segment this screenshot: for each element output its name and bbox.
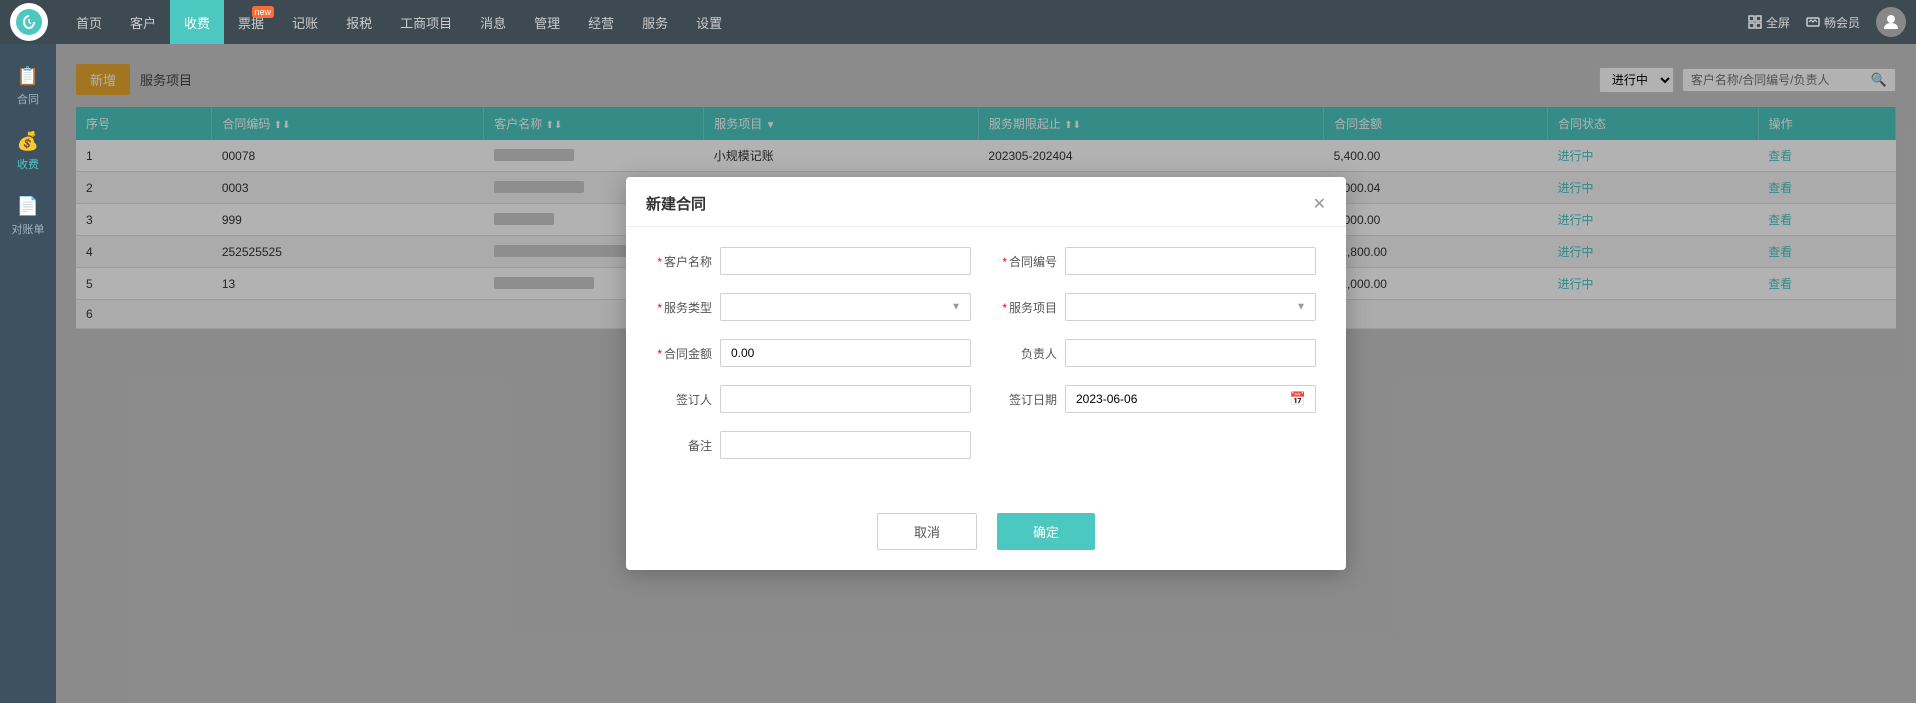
field-contract-no: 合同编号 <box>1001 247 1316 275</box>
nav-item-settings[interactable]: 设置 <box>682 0 736 44</box>
field-service-type: 服务类型 ▼ <box>656 293 971 321</box>
confirm-button[interactable]: 确定 <box>997 513 1095 550</box>
modal-body: 客户名称 合同编号 服务类型 <box>626 227 1346 497</box>
vip-button[interactable]: 畅会员 <box>1806 14 1860 31</box>
label-responsible: 负责人 <box>1001 345 1057 362</box>
new-contract-modal: 新建合同 ✕ 客户名称 合同编号 <box>626 177 1346 570</box>
nav-item-billing[interactable]: 收费 <box>170 0 224 44</box>
input-amount[interactable] <box>720 339 971 367</box>
sidebar-item-statement[interactable]: 📄 对账单 <box>0 184 56 249</box>
fullscreen-icon <box>1748 15 1762 29</box>
label-sign-date: 签订日期 <box>1001 391 1057 408</box>
nav-item-messages[interactable]: 消息 <box>466 0 520 44</box>
label-notes: 备注 <box>656 437 712 454</box>
field-amount: 合同金额 <box>656 339 971 367</box>
vip-icon <box>1806 15 1820 29</box>
main-layout: 📋 合同 💰 收费 📄 对账单 新增 服务项目 进行中 已结束 全部 <box>0 44 1916 703</box>
form-row-4: 签订人 签订日期 📅 <box>656 385 1316 413</box>
sidebar-item-billing[interactable]: 💰 收费 <box>0 119 56 184</box>
logo-inner <box>16 9 42 35</box>
form-row-1: 客户名称 合同编号 <box>656 247 1316 275</box>
input-signer[interactable] <box>720 385 971 413</box>
input-responsible[interactable] <box>1065 339 1316 367</box>
modal-header: 新建合同 ✕ <box>626 177 1346 227</box>
form-row-2: 服务类型 ▼ 服务项目 <box>656 293 1316 321</box>
modal-overlay: 新建合同 ✕ 客户名称 合同编号 <box>56 44 1916 703</box>
input-contract-no[interactable] <box>1065 247 1316 275</box>
label-contract-no: 合同编号 <box>1001 253 1057 270</box>
sidebar-item-contract[interactable]: 📋 合同 <box>0 54 56 119</box>
form-row-5: 备注 <box>656 431 1316 459</box>
top-navigation: 首页 客户 收费 票据 new 记账 报税 工商项目 消息 管理 经营 服务 设… <box>0 0 1916 44</box>
cancel-button[interactable]: 取消 <box>877 513 977 550</box>
avatar[interactable] <box>1876 7 1906 37</box>
new-badge: new <box>252 6 275 18</box>
select-service-item[interactable] <box>1065 293 1316 321</box>
field-sign-date: 签订日期 📅 <box>1001 385 1316 413</box>
nav-item-operation[interactable]: 经营 <box>574 0 628 44</box>
calendar-icon[interactable]: 📅 <box>1290 391 1306 407</box>
nav-item-customer[interactable]: 客户 <box>116 0 170 44</box>
modal-close-button[interactable]: ✕ <box>1313 194 1326 214</box>
form-row-3: 合同金额 负责人 <box>656 339 1316 367</box>
nav-item-invoice[interactable]: 票据 new <box>224 0 278 44</box>
app-logo[interactable] <box>10 3 48 41</box>
select-service-type[interactable] <box>720 293 971 321</box>
field-notes: 备注 <box>656 431 971 459</box>
field-customer-name: 客户名称 <box>656 247 971 275</box>
nav-item-tax[interactable]: 报税 <box>332 0 386 44</box>
billing-icon: 💰 <box>17 131 39 152</box>
statement-icon: 📄 <box>17 196 39 217</box>
nav-item-home[interactable]: 首页 <box>62 0 116 44</box>
nav-item-bookkeeping[interactable]: 记账 <box>278 0 332 44</box>
nav-item-business[interactable]: 工商项目 <box>386 0 466 44</box>
label-service-item: 服务项目 <box>1001 299 1057 316</box>
label-service-type: 服务类型 <box>656 299 712 316</box>
modal-footer: 取消 确定 <box>626 497 1346 570</box>
fullscreen-button[interactable]: 全屏 <box>1748 14 1790 31</box>
label-customer: 客户名称 <box>656 253 712 270</box>
top-nav-right: 全屏 畅会员 <box>1748 7 1906 37</box>
label-amount: 合同金额 <box>656 345 712 362</box>
nav-item-admin[interactable]: 管理 <box>520 0 574 44</box>
input-customer-name[interactable] <box>720 247 971 275</box>
select-service-type-wrap: ▼ <box>720 293 971 321</box>
field-responsible: 负责人 <box>1001 339 1316 367</box>
modal-title: 新建合同 <box>646 193 706 214</box>
sidebar: 📋 合同 💰 收费 📄 对账单 <box>0 44 56 703</box>
content-area: 新增 服务项目 进行中 已结束 全部 🔍 序号 合同编码 ⬆⬇ <box>56 44 1916 703</box>
select-service-item-wrap: ▼ <box>1065 293 1316 321</box>
input-notes[interactable] <box>720 431 971 459</box>
contract-icon: 📋 <box>17 66 39 87</box>
field-signer: 签订人 <box>656 385 971 413</box>
field-service-item: 服务项目 ▼ <box>1001 293 1316 321</box>
label-signer: 签订人 <box>656 391 712 408</box>
input-sign-date[interactable] <box>1065 385 1316 413</box>
nav-item-service[interactable]: 服务 <box>628 0 682 44</box>
